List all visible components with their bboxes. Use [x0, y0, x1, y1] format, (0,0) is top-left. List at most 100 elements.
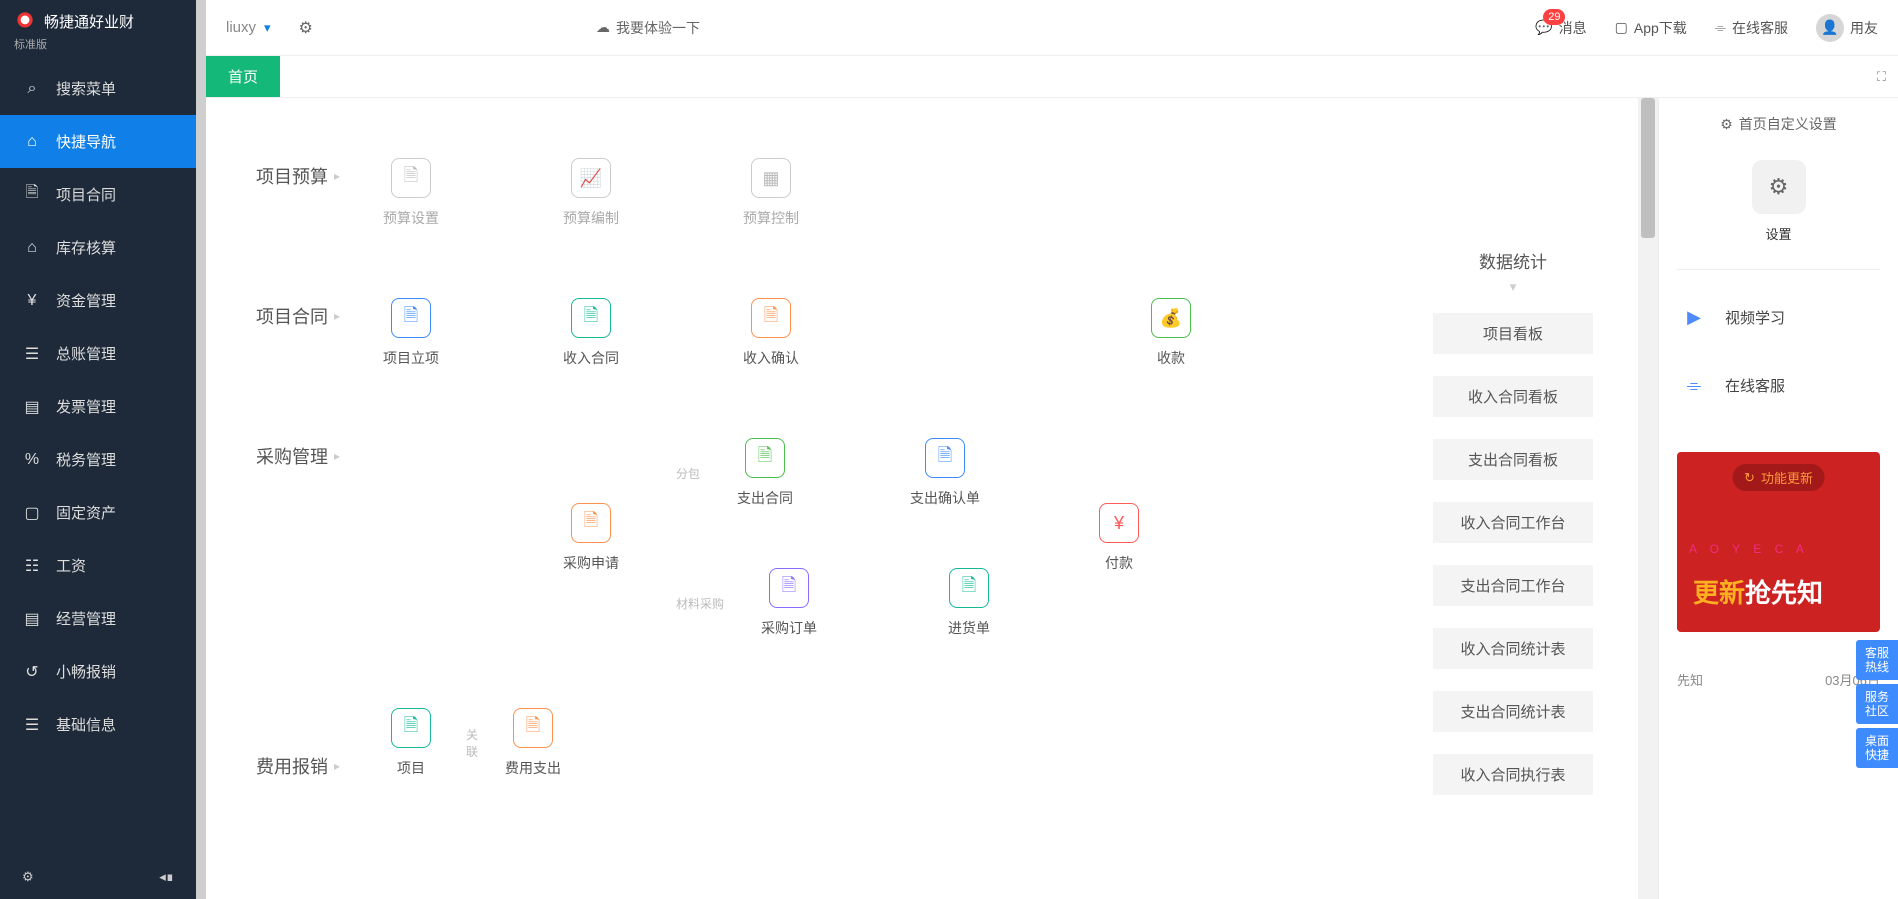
node-goods-receipt[interactable]: 🗎进货单: [934, 568, 1004, 638]
section-title: 项目合同▸: [256, 298, 376, 329]
top-actions: 💬 29 消息 ▢App下载 ⌯ 在线客服 👤用友: [1535, 14, 1878, 42]
triangle-icon: ▸: [334, 309, 340, 323]
doc-icon: 🗎: [513, 708, 553, 748]
nav-label: 搜索菜单: [56, 78, 116, 99]
link-online-cs[interactable]: ⌯在线客服: [1677, 364, 1880, 406]
nav-assets[interactable]: ▢ 固定资产: [0, 486, 196, 539]
node-budget-compile[interactable]: 📈预算编制: [556, 158, 626, 228]
gear-icon: ⚙: [1752, 160, 1806, 214]
flow-canvas: 项目预算▸ 🗎预算设置 📈预算编制 ▦预算控制 项目合同▸ 🗎项目立项 🗎收入合…: [206, 98, 1638, 899]
node-budget-control[interactable]: ▦预算控制: [736, 158, 806, 228]
stat-income-board[interactable]: 收入合同看板: [1433, 376, 1593, 417]
node-purchase-request[interactable]: 🗎采购申请: [556, 503, 626, 573]
refresh-icon: ↻: [1744, 470, 1755, 486]
nav-label: 资金管理: [56, 290, 116, 311]
logo-icon: [14, 10, 36, 32]
money-icon: ¥: [22, 291, 42, 311]
node-purchase-order[interactable]: 🗎采购订单: [754, 568, 824, 638]
nav-inventory[interactable]: ⌂库存核算: [0, 221, 196, 274]
section-procurement: 采购管理▸ 🗎采购申请 分包 🗎支出合同 🗎支出确认单: [256, 438, 1608, 638]
online-cs[interactable]: ⌯ 在线客服: [1715, 18, 1788, 38]
doc-icon: 🗎: [751, 298, 791, 338]
fullscreen-button[interactable]: ⛶: [1865, 56, 1898, 97]
node-payment[interactable]: ¥付款: [1084, 503, 1154, 573]
float-desktop[interactable]: 桌面 快捷: [1856, 728, 1898, 768]
tenant-selector[interactable]: liuxy ▾ ⚙: [226, 18, 546, 38]
nav-tax[interactable]: %税务管理: [0, 433, 196, 486]
nav-ledger[interactable]: ☰总账管理: [0, 327, 196, 380]
nav-funds[interactable]: ¥ 资金管理: [0, 274, 196, 327]
avatar-icon: 👤: [1816, 14, 1844, 42]
stat-project-board[interactable]: 项目看板: [1433, 313, 1593, 354]
nav-quicknav[interactable]: ⌂快捷导航: [0, 115, 196, 168]
app-download[interactable]: ▢App下载: [1615, 18, 1687, 38]
node-income-confirm[interactable]: 🗎收入确认: [736, 298, 806, 368]
promo-banner[interactable]: ↻功能更新 A O Y E C A 更新抢先知: [1677, 452, 1880, 632]
nav-project-contract[interactable]: 🗎项目合同: [0, 168, 196, 221]
doc-check-icon: 🗎: [571, 298, 611, 338]
chevron-down-icon: ▾: [264, 20, 271, 36]
nav-salary[interactable]: ☷工资: [0, 539, 196, 592]
doc-icon: 🗎: [391, 298, 431, 338]
tab-label: 首页: [228, 66, 258, 87]
edition-label: 标准版: [0, 36, 196, 62]
headset-icon: ⌯: [1715, 19, 1726, 36]
nav-label: 工资: [56, 555, 86, 576]
float-community[interactable]: 服务 社区: [1856, 684, 1898, 724]
section-contract: 项目合同▸ 🗎项目立项 🗎收入合同 🗎收入确认 💰收款 数据统计 ▾ 项目看板: [256, 298, 1608, 368]
canvas-wrap: 项目预算▸ 🗎预算设置 📈预算编制 ▦预算控制 项目合同▸ 🗎项目立项 🗎收入合…: [206, 98, 1658, 899]
section-budget: 项目预算▸ 🗎预算设置 📈预算编制 ▦预算控制: [256, 158, 1608, 228]
float-hotline[interactable]: 客服 热线: [1856, 640, 1898, 680]
link-video-learning[interactable]: ▶视频学习: [1677, 296, 1880, 338]
logo: 畅捷通好业财: [0, 0, 196, 36]
sidebar-scrollbar[interactable]: [196, 0, 206, 899]
relation-label: 关 联: [466, 726, 478, 760]
scrollbar-thumb[interactable]: [1641, 98, 1655, 238]
node-project[interactable]: 🗎项目: [376, 708, 446, 778]
phone-icon: ▢: [1615, 19, 1628, 36]
nav-baseinfo[interactable]: ☰基础信息: [0, 698, 196, 751]
promo-title: 更新抢先知: [1693, 573, 1823, 610]
messages-button[interactable]: 💬 29 消息: [1535, 18, 1586, 38]
gear-icon: ⚙: [1720, 116, 1733, 133]
canvas-scrollbar[interactable]: [1638, 98, 1658, 899]
nav-label: 总账管理: [56, 343, 116, 364]
gear-icon[interactable]: ⚙: [299, 18, 313, 38]
promo-subtitle: A O Y E C A: [1689, 542, 1809, 556]
node-expense-confirm[interactable]: 🗎支出确认单: [910, 438, 980, 508]
section-title: 采购管理▸: [256, 438, 376, 469]
promo-badge: ↻功能更新: [1732, 464, 1825, 491]
branch-label-subcontract: 分包: [676, 465, 700, 482]
doc-icon: 🗎: [571, 503, 611, 543]
section-title: 费用报销▸: [256, 708, 376, 779]
asset-icon: ▢: [22, 503, 42, 523]
nav-invoice[interactable]: ▤发票管理: [0, 380, 196, 433]
nav-search[interactable]: ⌕ 搜索菜单: [0, 62, 196, 115]
search-icon: ⌕: [22, 79, 42, 99]
headset-icon: ⌯: [1681, 372, 1707, 398]
triangle-icon: ▸: [334, 169, 340, 183]
nav-label: 快捷导航: [56, 131, 116, 152]
nav-reimburse[interactable]: ↺小畅报销: [0, 645, 196, 698]
nav-label: 固定资产: [56, 502, 116, 523]
settings-icon[interactable]: ⚙: [22, 869, 34, 885]
wallet-icon: 💰: [1151, 298, 1191, 338]
cs-label: 在线客服: [1732, 18, 1788, 38]
nav-label: 经营管理: [56, 608, 116, 629]
chart-icon: 📈: [571, 158, 611, 198]
tab-home[interactable]: 首页: [206, 56, 280, 97]
node-expense[interactable]: 🗎费用支出: [498, 708, 568, 778]
node-receipt[interactable]: 💰收款: [1136, 298, 1206, 368]
user-menu[interactable]: 👤用友: [1816, 14, 1878, 42]
tab-bar: 首页 ⛶: [206, 56, 1898, 98]
node-income-contract[interactable]: 🗎收入合同: [556, 298, 626, 368]
node-budget-settings[interactable]: 🗎预算设置: [376, 158, 446, 228]
doc-gear-icon: 🗎: [391, 158, 431, 198]
node-project-setup[interactable]: 🗎项目立项: [376, 298, 446, 368]
nav-business[interactable]: ▤经营管理: [0, 592, 196, 645]
collapse-icon[interactable]: ◂∎: [159, 869, 174, 885]
app-name: 畅捷通好业财: [44, 11, 134, 32]
try-experience[interactable]: ☁ 我要体验一下: [596, 18, 700, 38]
rp-settings[interactable]: ⚙ 设置: [1677, 160, 1880, 243]
node-expense-contract[interactable]: 🗎支出合同: [730, 438, 800, 508]
